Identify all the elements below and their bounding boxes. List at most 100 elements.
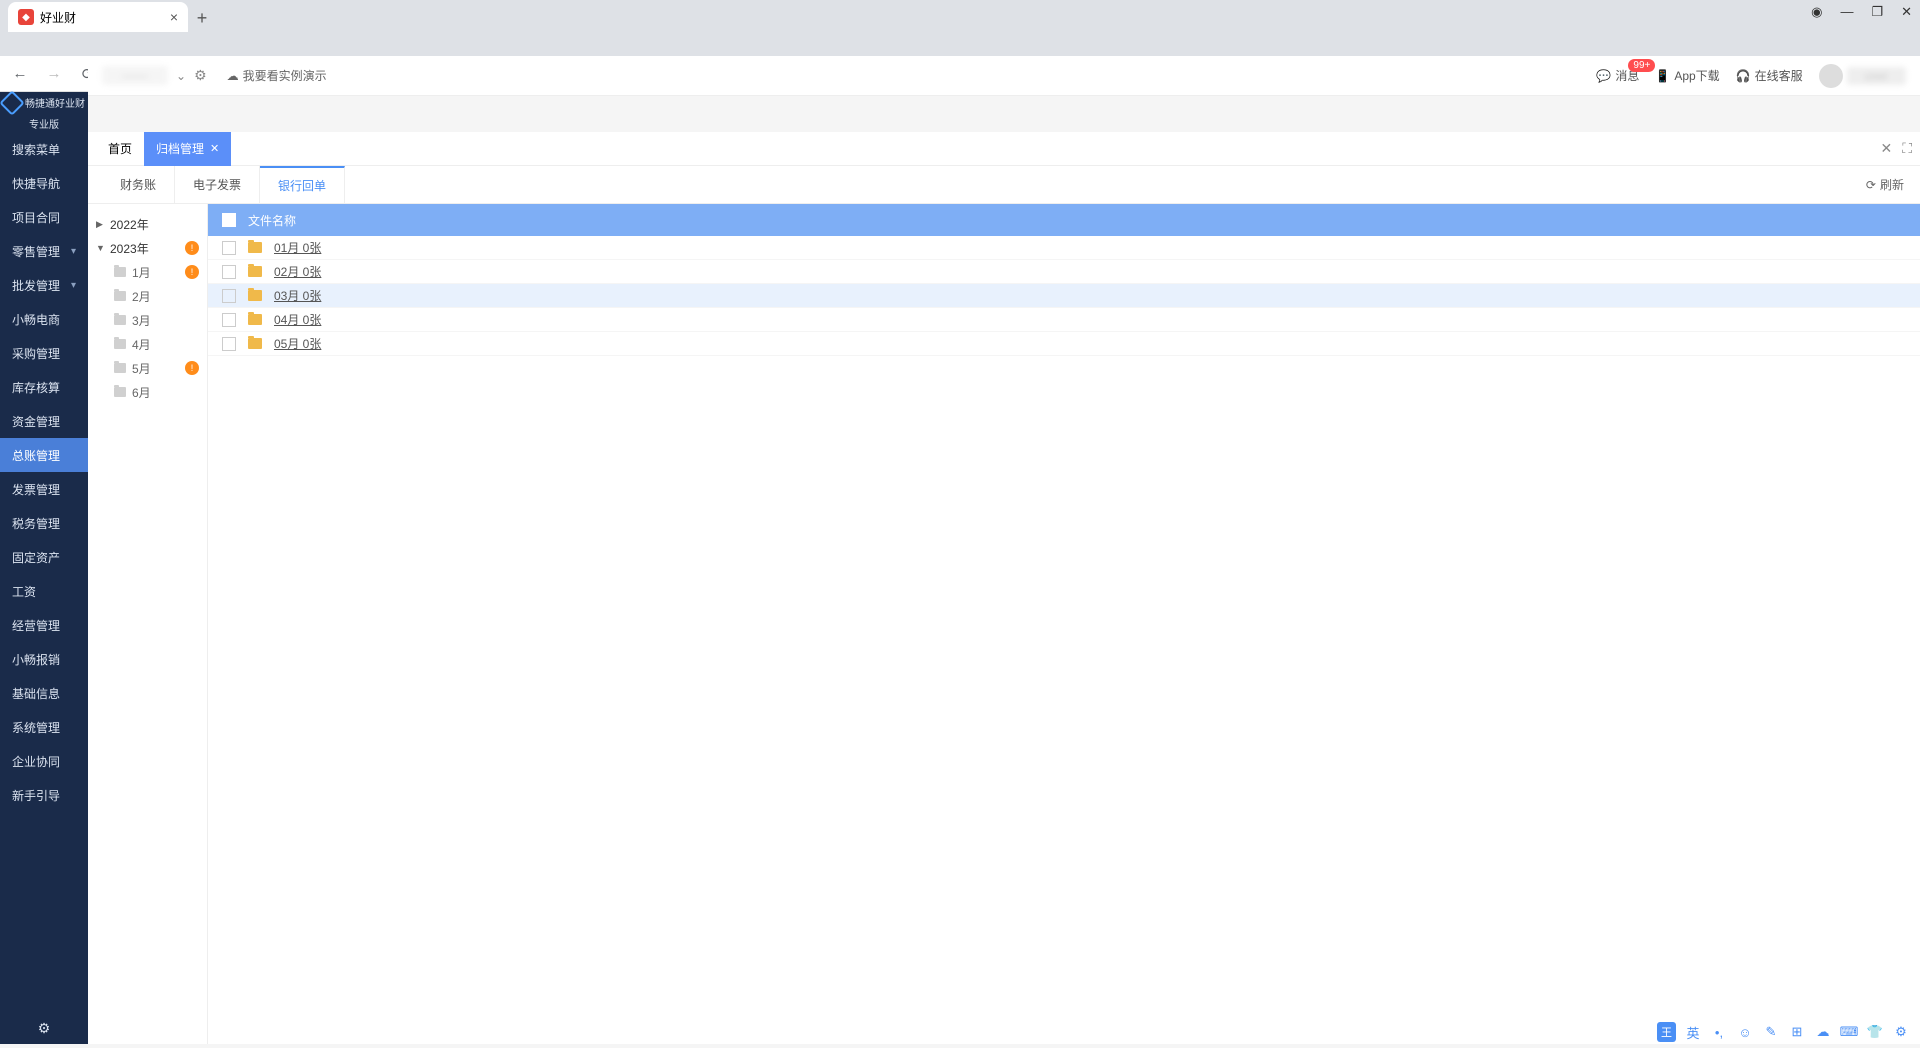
- table-row[interactable]: 03月 0张: [208, 284, 1920, 308]
- minimize-button[interactable]: —: [1840, 4, 1853, 20]
- ime-cloud-icon[interactable]: ☁: [1814, 1023, 1832, 1041]
- sidebar-item-13[interactable]: 工资: [0, 574, 88, 608]
- folder-icon: [114, 339, 126, 349]
- table-row[interactable]: 04月 0张: [208, 308, 1920, 332]
- sub-tab-0[interactable]: 财务账: [102, 166, 175, 203]
- user-menu[interactable]: user: [1819, 64, 1906, 88]
- sidebar-item-19[interactable]: 新手引导: [0, 778, 88, 812]
- ime-emoji-icon[interactable]: ☺: [1736, 1023, 1754, 1041]
- window-controls: ◉ — ❐ ✕: [1811, 4, 1912, 20]
- sidebar-item-1[interactable]: 快捷导航: [0, 166, 88, 200]
- alert-badge: !: [185, 361, 199, 375]
- ime-badge[interactable]: 王: [1657, 1022, 1676, 1042]
- app-download-button[interactable]: 📱 App下载: [1655, 67, 1719, 84]
- sub-tab-1[interactable]: 电子发票: [175, 166, 260, 203]
- sidebar-item-7[interactable]: 库存核算: [0, 370, 88, 404]
- folder-icon: [248, 290, 262, 301]
- page-tab-1[interactable]: 归档管理✕: [144, 132, 231, 166]
- new-tab-button[interactable]: +: [188, 4, 216, 32]
- sidebar-item-0[interactable]: 搜索菜单: [0, 132, 88, 166]
- sidebar-item-5[interactable]: 小畅电商: [0, 302, 88, 336]
- folder-icon: [248, 242, 262, 253]
- sidebar-item-18[interactable]: 企业协同: [0, 744, 88, 778]
- file-link[interactable]: 03月 0张: [274, 287, 321, 304]
- sidebar-item-6[interactable]: 采购管理: [0, 336, 88, 370]
- select-all-checkbox[interactable]: [222, 213, 236, 227]
- chevron-down-icon[interactable]: ⌄: [176, 69, 186, 83]
- close-window-button[interactable]: ✕: [1901, 4, 1912, 20]
- file-link[interactable]: 01月 0张: [274, 239, 321, 256]
- tree-month-5[interactable]: 6月: [88, 380, 207, 404]
- row-checkbox[interactable]: [222, 289, 236, 303]
- table-row[interactable]: 01月 0张: [208, 236, 1920, 260]
- ime-skin-icon[interactable]: 👕: [1866, 1023, 1884, 1041]
- demo-link[interactable]: ☁ 我要看实例演示: [227, 67, 327, 84]
- gear-icon[interactable]: ⚙: [194, 67, 207, 84]
- row-checkbox[interactable]: [222, 313, 236, 327]
- sidebar-menu: 搜索菜单快捷导航项目合同零售管理▾批发管理▾小畅电商采购管理库存核算资金管理总账…: [0, 132, 88, 1012]
- ime-translate-icon[interactable]: ⊞: [1788, 1023, 1806, 1041]
- sidebar-item-4[interactable]: 批发管理▾: [0, 268, 88, 302]
- row-checkbox[interactable]: [222, 337, 236, 351]
- close-all-tabs-icon[interactable]: ✕: [1880, 140, 1892, 157]
- support-button[interactable]: 🎧 在线客服: [1736, 67, 1803, 84]
- column-filename: 文件名称: [248, 212, 296, 229]
- maximize-button[interactable]: ❐: [1871, 4, 1883, 20]
- logo: 畅捷通好业财 专业版: [0, 92, 88, 132]
- tree-month-0[interactable]: 1月!: [88, 260, 207, 284]
- browser-tab[interactable]: ◆ 好业财 ×: [8, 2, 188, 32]
- table-row[interactable]: 02月 0张: [208, 260, 1920, 284]
- avatar: [1819, 64, 1843, 88]
- incognito-icon[interactable]: ◉: [1811, 4, 1822, 20]
- headset-icon: 🎧: [1736, 69, 1751, 83]
- sidebar-item-17[interactable]: 系统管理: [0, 710, 88, 744]
- sidebar-item-16[interactable]: 基础信息: [0, 676, 88, 710]
- ime-settings-icon[interactable]: ⚙: [1892, 1023, 1910, 1041]
- folder-icon: [114, 363, 126, 373]
- sidebar-item-14[interactable]: 经营管理: [0, 608, 88, 642]
- folder-icon: [114, 315, 126, 325]
- tree-month-1[interactable]: 2月: [88, 284, 207, 308]
- tree-year-2023[interactable]: ▼ 2023年 !: [88, 236, 207, 260]
- folder-icon: [114, 291, 126, 301]
- sidebar-item-11[interactable]: 税务管理: [0, 506, 88, 540]
- org-selector[interactable]: —— ⌄ ⚙: [102, 66, 207, 85]
- tree-year-2022[interactable]: ▶ 2022年: [88, 212, 207, 236]
- table-header: 文件名称: [208, 204, 1920, 236]
- chat-icon: 💬: [1596, 69, 1611, 83]
- sub-tab-2[interactable]: 银行回单: [260, 166, 345, 203]
- folder-icon: [114, 387, 126, 397]
- close-tab-icon[interactable]: ×: [170, 9, 178, 25]
- refresh-button[interactable]: ⟳ 刷新: [1866, 176, 1904, 193]
- fullscreen-icon[interactable]: ⛶: [1902, 140, 1912, 157]
- sidebar-item-9[interactable]: 总账管理: [0, 438, 88, 472]
- tree-month-4[interactable]: 5月!: [88, 356, 207, 380]
- file-link[interactable]: 04月 0张: [274, 311, 321, 328]
- sidebar-item-10[interactable]: 发票管理: [0, 472, 88, 506]
- page-tab-0[interactable]: 首页: [96, 132, 144, 166]
- sidebar-item-12[interactable]: 固定资产: [0, 540, 88, 574]
- sidebar-item-15[interactable]: 小畅报销: [0, 642, 88, 676]
- tree-month-3[interactable]: 4月: [88, 332, 207, 356]
- logo-icon: [0, 90, 25, 115]
- ime-keyboard-icon[interactable]: ⌨: [1840, 1023, 1858, 1041]
- back-button[interactable]: ←: [10, 65, 30, 82]
- ime-punct-icon[interactable]: •,: [1710, 1023, 1728, 1041]
- table-row[interactable]: 05月 0张: [208, 332, 1920, 356]
- file-link[interactable]: 02月 0张: [274, 263, 321, 280]
- browser-tab-bar: ◆ 好业财 × +: [0, 0, 1920, 32]
- file-link[interactable]: 05月 0张: [274, 335, 321, 352]
- ime-voice-icon[interactable]: ✎: [1762, 1023, 1780, 1041]
- row-checkbox[interactable]: [222, 241, 236, 255]
- close-icon[interactable]: ✕: [210, 142, 219, 155]
- sidebar-item-2[interactable]: 项目合同: [0, 200, 88, 234]
- tree-month-2[interactable]: 3月: [88, 308, 207, 332]
- ime-lang[interactable]: 英: [1684, 1023, 1702, 1041]
- forward-button[interactable]: →: [44, 65, 64, 82]
- sidebar-item-8[interactable]: 资金管理: [0, 404, 88, 438]
- tab-title: 好业财: [40, 9, 76, 26]
- sidebar-item-3[interactable]: 零售管理▾: [0, 234, 88, 268]
- row-checkbox[interactable]: [222, 265, 236, 279]
- messages-button[interactable]: 💬 消息 99+: [1596, 67, 1639, 84]
- settings-button[interactable]: ⚙: [0, 1012, 88, 1044]
